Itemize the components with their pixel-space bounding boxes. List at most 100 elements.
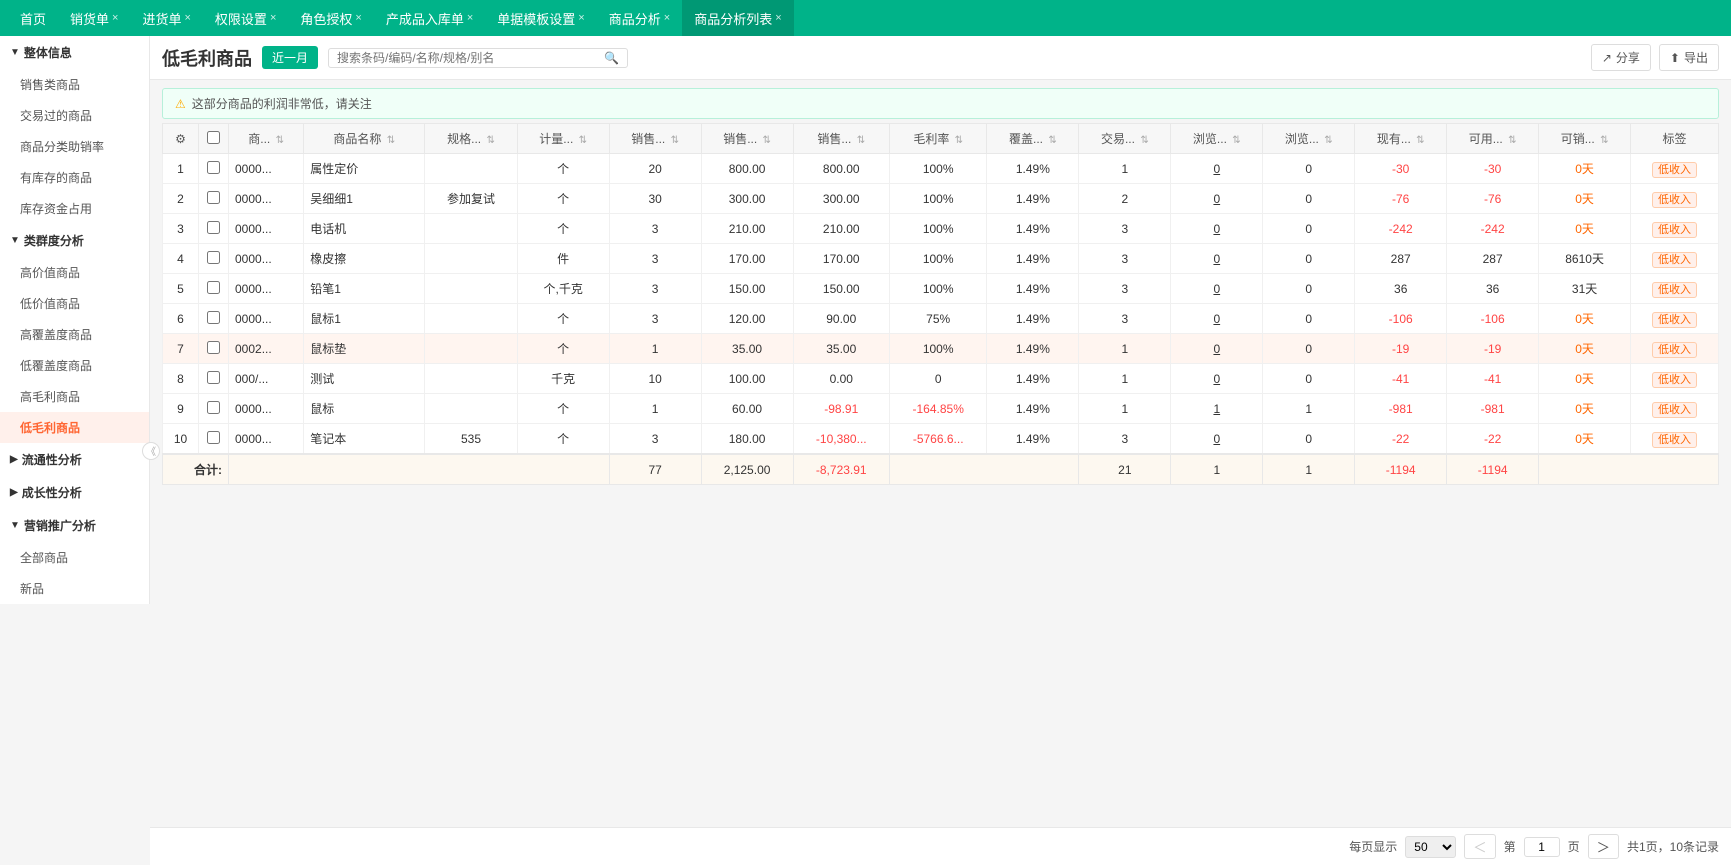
sidebar-item-high-margin[interactable]: 高毛利商品 xyxy=(0,381,149,412)
row-select-checkbox[interactable] xyxy=(207,161,220,174)
row-checkbox[interactable] xyxy=(199,334,229,364)
row-view1[interactable]: 0 xyxy=(1171,304,1263,334)
row-select-checkbox[interactable] xyxy=(207,221,220,234)
col-view2-header[interactable]: 浏览... ⇅ xyxy=(1263,124,1355,154)
row-name[interactable]: 鼠标垫 xyxy=(304,334,425,364)
sidebar-section-growth[interactable]: ▶ 成长性分析 xyxy=(0,476,149,509)
row-select-checkbox[interactable] xyxy=(207,431,220,444)
sidebar-section-flow[interactable]: ▶ 流通性分析 xyxy=(0,443,149,476)
sidebar-section-overall[interactable]: ▼ 整体信息 xyxy=(0,36,149,69)
sidebar-item-stock-products[interactable]: 有库存的商品 xyxy=(0,162,149,193)
sidebar-item-category-rate[interactable]: 商品分类助销率 xyxy=(0,131,149,162)
col-view1-header[interactable]: 浏览... ⇅ xyxy=(1171,124,1263,154)
row-checkbox[interactable] xyxy=(199,394,229,424)
sidebar-item-new-products[interactable]: 新品 xyxy=(0,573,149,604)
row-select-checkbox[interactable] xyxy=(207,341,220,354)
nav-product-analysis-list-close[interactable]: × xyxy=(775,12,781,24)
nav-purchase-order[interactable]: 进货单 × xyxy=(130,0,202,36)
row-view1[interactable]: 0 xyxy=(1171,184,1263,214)
row-checkbox[interactable] xyxy=(199,184,229,214)
nav-template-settings-close[interactable]: × xyxy=(578,12,584,24)
sidebar-item-low-margin[interactable]: 低毛利商品 xyxy=(0,412,149,443)
date-filter-button[interactable]: 近一月 xyxy=(262,46,318,69)
row-select-checkbox[interactable] xyxy=(207,401,220,414)
col-spec-header[interactable]: 规格... ⇅ xyxy=(425,124,517,154)
settings-icon[interactable]: ⚙ xyxy=(175,132,186,146)
nav-product-in[interactable]: 产成品入库单 × xyxy=(374,0,485,36)
sidebar-item-low-coverage[interactable]: 低覆盖度商品 xyxy=(0,350,149,381)
nav-product-analysis-list[interactable]: 商品分析列表 × xyxy=(682,0,793,36)
row-checkbox[interactable] xyxy=(199,154,229,184)
share-button[interactable]: ↗ 分享 xyxy=(1591,44,1651,71)
sidebar-item-sales-products[interactable]: 销售类商品 xyxy=(0,69,149,100)
page-number-input[interactable] xyxy=(1524,837,1560,857)
row-checkbox[interactable] xyxy=(199,244,229,274)
row-name[interactable]: 测试 xyxy=(304,364,425,394)
sidebar-section-marketing[interactable]: ▼ 营销推广分析 xyxy=(0,509,149,542)
nav-product-in-close[interactable]: × xyxy=(467,12,473,24)
row-select-checkbox[interactable] xyxy=(207,311,220,324)
col-gross-margin-header[interactable]: 毛利率 ⇅ xyxy=(889,124,986,154)
col-trade-header[interactable]: 交易... ⇅ xyxy=(1079,124,1171,154)
nav-role-auth[interactable]: 角色授权 × xyxy=(288,0,373,36)
row-select-checkbox[interactable] xyxy=(207,281,220,294)
search-icon[interactable]: 🔍 xyxy=(604,51,619,65)
sidebar-item-low-value[interactable]: 低价值商品 xyxy=(0,288,149,319)
nav-role-auth-close[interactable]: × xyxy=(355,12,361,24)
row-checkbox[interactable] xyxy=(199,304,229,334)
sidebar-collapse-button[interactable]: 《 xyxy=(142,442,160,460)
row-select-checkbox[interactable] xyxy=(207,251,220,264)
nav-home[interactable]: 首页 xyxy=(8,0,58,36)
select-all-checkbox[interactable] xyxy=(207,131,220,144)
sidebar-item-traded-products[interactable]: 交易过的商品 xyxy=(0,100,149,131)
row-name[interactable]: 笔记本 xyxy=(304,424,425,455)
row-select-checkbox[interactable] xyxy=(207,371,220,384)
row-view1[interactable]: 0 xyxy=(1171,334,1263,364)
nav-purchase-order-close[interactable]: × xyxy=(184,12,190,24)
row-checkbox[interactable] xyxy=(199,214,229,244)
sidebar-section-cluster[interactable]: ▼ 类群度分析 xyxy=(0,224,149,257)
row-view1[interactable]: 0 xyxy=(1171,274,1263,304)
row-view1[interactable]: 1 xyxy=(1171,394,1263,424)
row-name[interactable]: 铅笔1 xyxy=(304,274,425,304)
col-coverage-header[interactable]: 覆盖... ⇅ xyxy=(987,124,1079,154)
row-name[interactable]: 属性定价 xyxy=(304,154,425,184)
col-name-header[interactable]: 商品名称 ⇅ xyxy=(304,124,425,154)
nav-sales-order-close[interactable]: × xyxy=(112,12,118,24)
nav-product-analysis[interactable]: 商品分析 × xyxy=(597,0,682,36)
row-name[interactable]: 鼠标1 xyxy=(304,304,425,334)
col-sale-profit-header[interactable]: 销售... ⇅ xyxy=(793,124,889,154)
row-name[interactable]: 橡皮擦 xyxy=(304,244,425,274)
table-container[interactable]: ⚙ 商... ⇅ 商品名称 ⇅ xyxy=(150,123,1731,827)
nav-template-settings[interactable]: 单据模板设置 × xyxy=(485,0,596,36)
next-page-button[interactable]: ＞ xyxy=(1588,834,1619,859)
col-available-header[interactable]: 可用... ⇅ xyxy=(1447,124,1539,154)
col-sale-amount-header[interactable]: 销售... ⇅ xyxy=(701,124,793,154)
row-checkbox[interactable] xyxy=(199,364,229,394)
row-view1[interactable]: 0 xyxy=(1171,244,1263,274)
col-settings[interactable]: ⚙ xyxy=(163,124,199,154)
sidebar-item-all-products[interactable]: 全部商品 xyxy=(0,542,149,573)
row-view1[interactable]: 0 xyxy=(1171,424,1263,455)
row-select-checkbox[interactable] xyxy=(207,191,220,204)
nav-product-analysis-close[interactable]: × xyxy=(664,12,670,24)
row-checkbox[interactable] xyxy=(199,274,229,304)
row-view1[interactable]: 0 xyxy=(1171,364,1263,394)
prev-page-button[interactable]: ＜ xyxy=(1464,834,1495,859)
col-code-header[interactable]: 商... ⇅ xyxy=(229,124,304,154)
sidebar-item-high-coverage[interactable]: 高覆盖度商品 xyxy=(0,319,149,350)
row-view1[interactable]: 0 xyxy=(1171,154,1263,184)
col-checkbox[interactable] xyxy=(199,124,229,154)
sidebar-item-high-value[interactable]: 高价值商品 xyxy=(0,257,149,288)
row-checkbox[interactable] xyxy=(199,424,229,455)
col-current-stock-header[interactable]: 现有... ⇅ xyxy=(1355,124,1447,154)
nav-permissions[interactable]: 权限设置 × xyxy=(203,0,288,36)
col-tag-header[interactable]: 标签 xyxy=(1631,124,1719,154)
sidebar-item-stock-capital[interactable]: 库存资金占用 xyxy=(0,193,149,224)
row-view1[interactable]: 0 xyxy=(1171,214,1263,244)
col-sellable-header[interactable]: 可销... ⇅ xyxy=(1539,124,1631,154)
row-name[interactable]: 鼠标 xyxy=(304,394,425,424)
row-name[interactable]: 吴细细1 xyxy=(304,184,425,214)
col-unit-header[interactable]: 计量... ⇅ xyxy=(517,124,609,154)
col-sale-count-header[interactable]: 销售... ⇅ xyxy=(609,124,701,154)
